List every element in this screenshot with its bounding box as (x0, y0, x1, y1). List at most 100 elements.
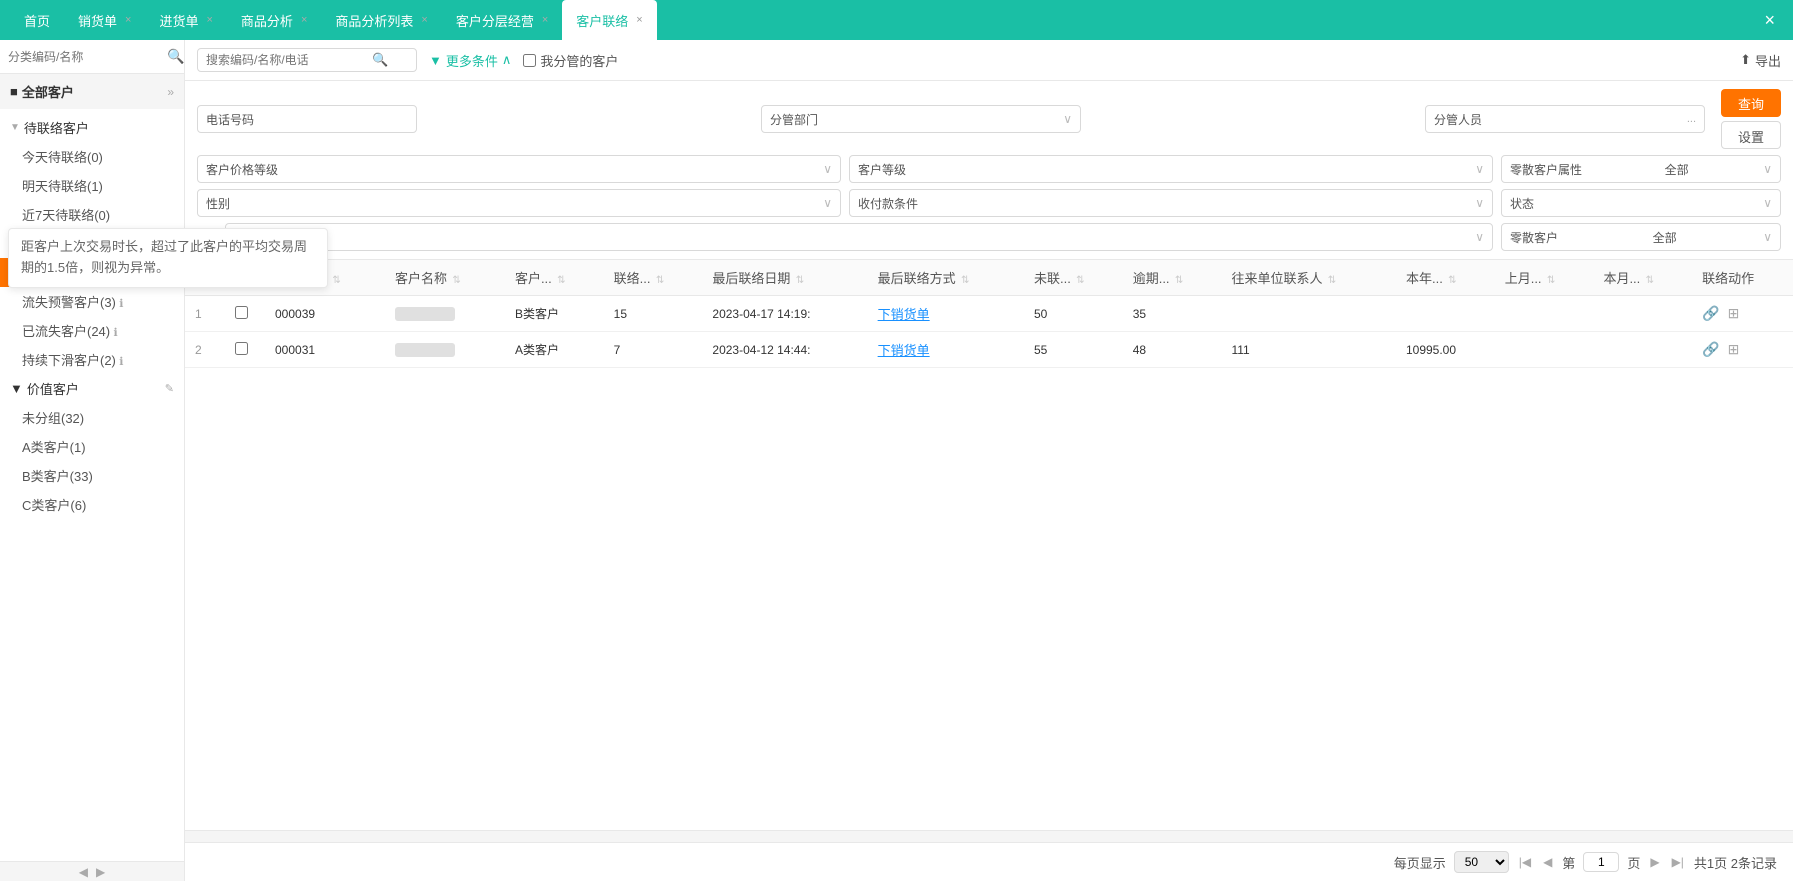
department-field[interactable]: 分管部门 ∨ (761, 105, 1081, 133)
col-uncontacted: 未联... ⇅ (1024, 260, 1123, 296)
sidebar-prev-arrow[interactable]: ◀ (79, 865, 88, 879)
col-code-sort[interactable]: ⇅ (332, 275, 340, 286)
sidebar-item-churned[interactable]: 已流失客户(24) ℹ (0, 316, 184, 345)
filter-row-1: 电话号码 分管部门 ∨ 分管人员 ... 查询 设置 (197, 89, 1781, 149)
declining-info-icon: ℹ (119, 356, 123, 368)
col-thismonth-sort[interactable]: ⇅ (1646, 275, 1654, 286)
sidebar-value-customers[interactable]: ▼ 价值客户 ✎ (0, 374, 184, 403)
filter-row-2: 客户价格等级 ∨ 客户等级 ∨ 零散客户属性 全部 ∨ (197, 155, 1781, 183)
sidebar-collapse-btn[interactable]: » (167, 85, 174, 99)
nav-purchase-close[interactable]: × (206, 14, 212, 26)
row-1-actions: 🔗 ⊞ (1692, 296, 1793, 332)
horizontal-scrollbar[interactable] (185, 830, 1793, 842)
sidebar-item-c-class[interactable]: C类客户(6) (0, 490, 184, 519)
nav-customer-contact[interactable]: 客户联络 × (562, 0, 656, 40)
nav-customer-contact-close[interactable]: × (636, 14, 642, 26)
filter-icon: ▼ (429, 53, 442, 68)
nav-purchase[interactable]: 进货单 × (145, 0, 226, 40)
my-customers-checkbox-area: 我分管的客户 (523, 51, 618, 70)
col-uncontacted-sort[interactable]: ⇅ (1076, 275, 1084, 286)
col-year-sort[interactable]: ⇅ (1448, 275, 1456, 286)
sidebar-tree: ▼ 待联络客户 今天待联络(0) 明天待联络(1) 近7天待联络(0) 逾期未联… (0, 109, 184, 861)
nav-product-analysis-list[interactable]: 商品分析列表 × (321, 0, 441, 40)
sidebar-item-today[interactable]: 今天待联络(0) (0, 142, 184, 171)
prev-page-btn[interactable]: ◀ (1541, 855, 1554, 869)
payment-terms-field[interactable]: 收付款条件 ∨ (849, 189, 1493, 217)
sidebar-group-pending[interactable]: ▼ 待联络客户 (0, 113, 184, 142)
settings-button[interactable]: 设置 (1721, 121, 1781, 149)
nav-product-analysis-close[interactable]: × (301, 14, 307, 26)
advanced-filter: 电话号码 分管部门 ∨ 分管人员 ... 查询 设置 (185, 81, 1793, 260)
nav-product-analysis-list-close[interactable]: × (421, 14, 427, 26)
row-2-select[interactable] (235, 342, 248, 355)
col-type-sort[interactable]: ⇅ (557, 275, 565, 286)
retail-customer-field[interactable]: 零散客户 全部 ∨ (1501, 223, 1781, 251)
nav-sales-close[interactable]: × (125, 14, 131, 26)
per-page-select[interactable]: 50 100 200 (1454, 851, 1509, 873)
customer-level-field[interactable]: 客户等级 ∨ (849, 155, 1493, 183)
nav-product-analysis[interactable]: 商品分析 × (227, 0, 321, 40)
phone-field[interactable]: 电话号码 (197, 105, 417, 133)
current-page-input[interactable] (1583, 852, 1619, 872)
more-conditions-btn[interactable]: ▼ 更多条件 ∧ (429, 51, 511, 70)
row-1-link-icon[interactable]: 🔗 (1702, 305, 1719, 322)
pending-group-arrow: ▼ (10, 122, 20, 133)
last-page-btn[interactable]: ▶| (1670, 855, 1686, 869)
row-2-index: 2 (185, 332, 225, 368)
nav-customer-segment-close[interactable]: × (542, 14, 548, 26)
filter-row-4: ... 客户类型 ∨ 零散客户 全部 ∨ (197, 223, 1781, 251)
gender-field[interactable]: 性别 ∨ (197, 189, 841, 217)
customer-type-field[interactable]: 客户类型 ∨ (225, 223, 1493, 251)
sidebar-item-unclassified[interactable]: 未分组(32) (0, 403, 184, 432)
my-customers-checkbox[interactable] (523, 54, 536, 67)
sidebar-item-declining[interactable]: 持续下滑客户(2) ℹ (0, 345, 184, 374)
row-2-this-month (1593, 332, 1692, 368)
filter-search-input[interactable] (206, 53, 366, 67)
row-1-select[interactable] (235, 306, 248, 319)
value-group-edit-icon[interactable]: ✎ (165, 382, 174, 395)
price-level-field[interactable]: 客户价格等级 ∨ (197, 155, 841, 183)
col-last-contact-date: 最后联络日期 ⇅ (702, 260, 867, 296)
row-2-grid-icon[interactable]: ⊞ (1728, 341, 1740, 358)
row-1-this-year (1396, 296, 1495, 332)
next-page-btn[interactable]: ▶ (1648, 855, 1661, 869)
payment-terms-arrow: ∨ (1475, 196, 1484, 210)
status-field[interactable]: 状态 ∨ (1501, 189, 1781, 217)
retail-attribute-field[interactable]: 零散客户属性 全部 ∨ (1501, 155, 1781, 183)
row-1-code: 000039 (265, 296, 385, 332)
col-overdue-sort[interactable]: ⇅ (1175, 275, 1183, 286)
nav-close-all[interactable]: × (1756, 10, 1783, 31)
col-last-date-sort[interactable]: ⇅ (796, 275, 804, 286)
sidebar-all-customers-title[interactable]: ■ 全部客户 (10, 82, 74, 101)
pagination-bar: 每页显示 50 100 200 |◀ ◀ 第 页 ▶ ▶| 共1页 2条记录 (185, 842, 1793, 881)
row-1-contacts: 15 (604, 296, 703, 332)
sidebar-item-b-class[interactable]: B类客户(33) (0, 461, 184, 490)
sidebar-search-input[interactable] (8, 50, 163, 64)
filter-search-icon[interactable]: 🔍 (372, 52, 388, 68)
row-2-link-icon[interactable]: 🔗 (1702, 341, 1719, 358)
sidebar-item-churn-warning[interactable]: 流失预警客户(3) ℹ (0, 287, 184, 316)
col-method-sort[interactable]: ⇅ (961, 275, 969, 286)
nav-home[interactable]: 首页 (10, 0, 64, 40)
col-name-sort[interactable]: ⇅ (452, 275, 460, 286)
query-button[interactable]: 查询 (1721, 89, 1781, 117)
first-page-btn[interactable]: |◀ (1517, 855, 1533, 869)
export-btn[interactable]: ⬆ 导出 (1740, 51, 1781, 70)
sidebar-item-tomorrow[interactable]: 明天待联络(1) (0, 171, 184, 200)
sidebar-header: ■ 全部客户 » (0, 74, 184, 109)
row-1-method[interactable]: 下销货单 (868, 296, 1024, 332)
manager-field[interactable]: 分管人员 ... (1425, 105, 1705, 133)
row-2-method[interactable]: 下销货单 (868, 332, 1024, 368)
col-unit-sort[interactable]: ⇅ (1328, 275, 1336, 286)
row-2-last-date: 2023-04-12 14:44: (702, 332, 867, 368)
nav-customer-segment[interactable]: 客户分层经营 × (442, 0, 562, 40)
row-1-this-month (1593, 296, 1692, 332)
sidebar-item-a-class[interactable]: A类客户(1) (0, 432, 184, 461)
col-lastmonth-sort[interactable]: ⇅ (1547, 275, 1555, 286)
sidebar-next-arrow[interactable]: ▶ (96, 865, 105, 879)
sidebar-item-7days[interactable]: 近7天待联络(0) (0, 200, 184, 229)
row-1-grid-icon[interactable]: ⊞ (1728, 305, 1740, 322)
nav-sales[interactable]: 销货单 × (64, 0, 145, 40)
sidebar-search-icon[interactable]: 🔍 (167, 48, 184, 65)
col-contacts-sort[interactable]: ⇅ (656, 275, 664, 286)
